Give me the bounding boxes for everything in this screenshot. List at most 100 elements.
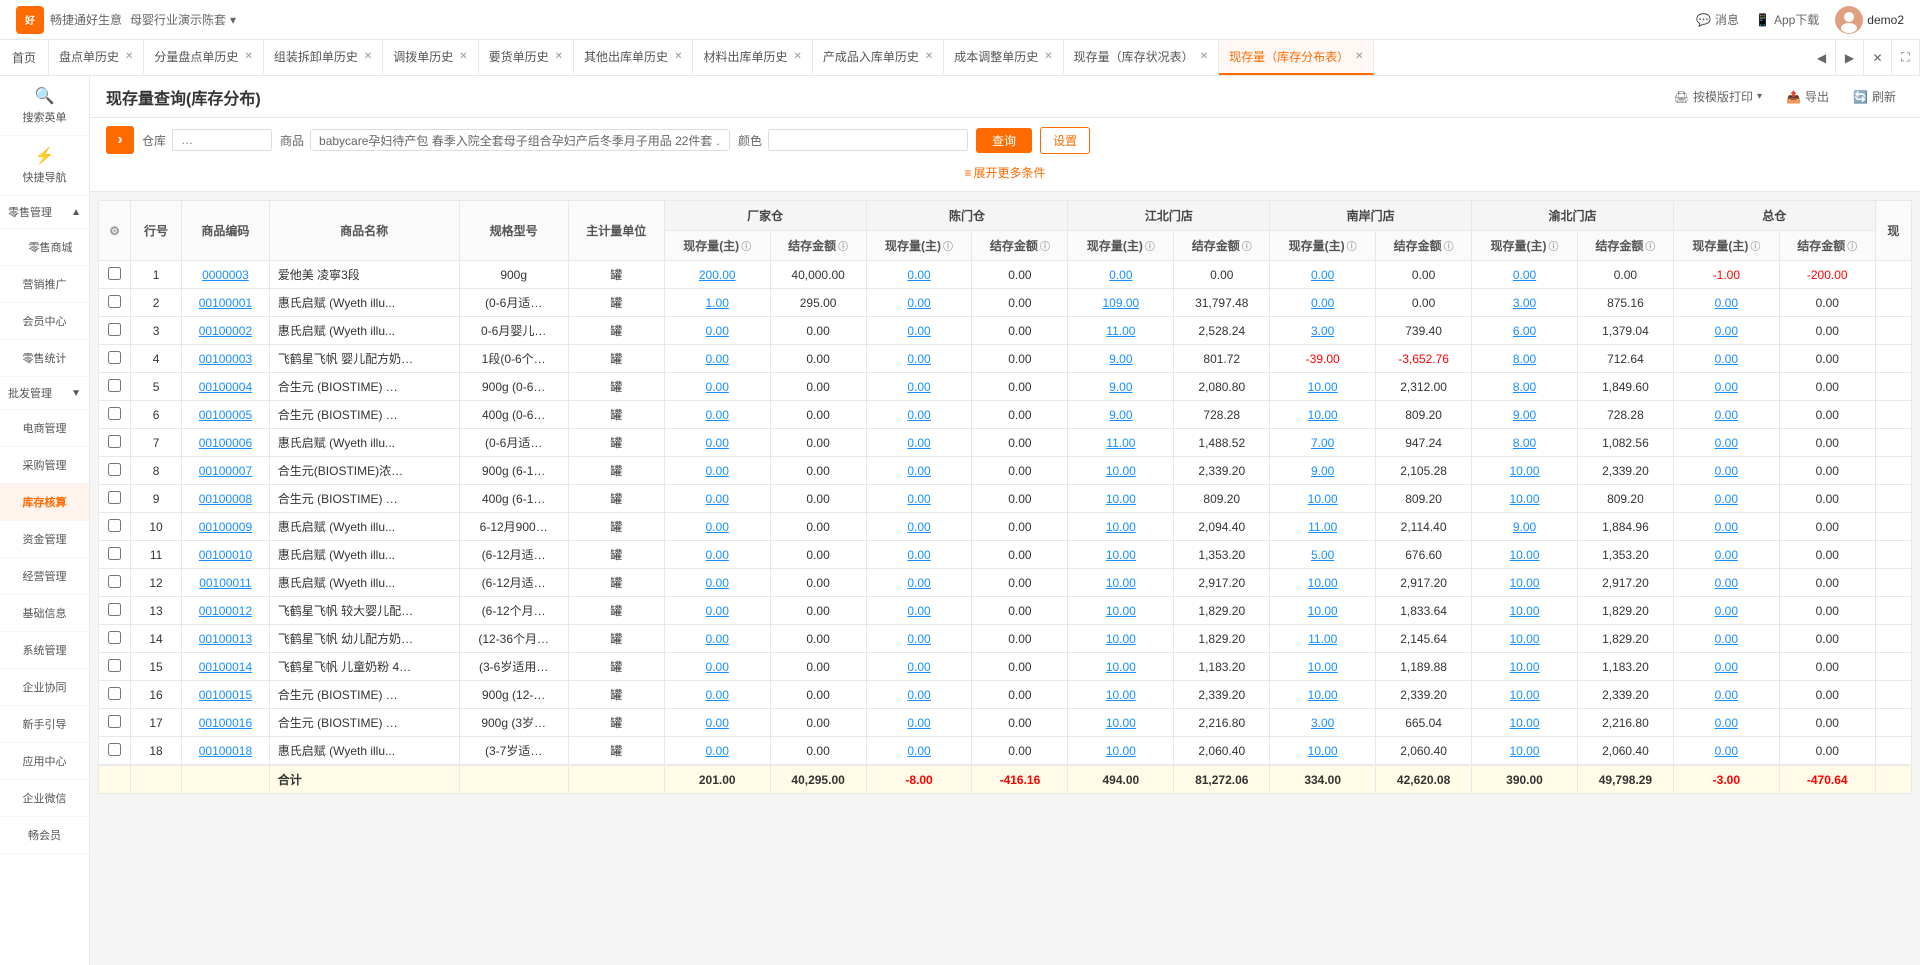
jiangbei-qty-link[interactable]: 11.00 xyxy=(1106,436,1135,450)
factory-qty-link[interactable]: 0.00 xyxy=(706,744,729,758)
search-btn[interactable]: 查询 xyxy=(976,128,1032,153)
total-qty-link[interactable]: 0.00 xyxy=(1715,352,1738,366)
goods-code-link[interactable]: 00100005 xyxy=(199,408,252,422)
total-qty-link[interactable]: 0.00 xyxy=(1715,688,1738,702)
info-icon-3[interactable]: ⓘ xyxy=(943,238,953,253)
chenmen-qty-link[interactable]: 0.00 xyxy=(907,464,930,478)
expand-more-link[interactable]: ≡ 展开更多条件 xyxy=(964,164,1045,181)
info-icon-9[interactable]: ⓘ xyxy=(1549,238,1559,253)
tab-close-product-in[interactable]: ✕ xyxy=(925,52,933,62)
chenmen-qty-link[interactable]: 0.00 xyxy=(907,520,930,534)
cell-checkbox[interactable] xyxy=(99,513,131,541)
yubei-qty-link[interactable]: 10.00 xyxy=(1509,464,1539,478)
jiangbei-qty-link[interactable]: 10.00 xyxy=(1106,576,1136,590)
chenmen-qty-link[interactable]: 0.00 xyxy=(907,548,930,562)
chenmen-qty-link[interactable]: 0.00 xyxy=(907,268,930,282)
cell-checkbox[interactable] xyxy=(99,569,131,597)
sidebar-item-retail-stats[interactable]: 零售统计 xyxy=(0,340,89,377)
th-settings[interactable]: ⚙ xyxy=(99,201,131,261)
tab-cost-adjust[interactable]: 成本调整单历史 ✕ xyxy=(944,40,1063,75)
jiangbei-qty-link[interactable]: 10.00 xyxy=(1106,464,1136,478)
goods-code-link[interactable]: 0000003 xyxy=(202,268,249,282)
jiangbei-qty-link[interactable]: 9.00 xyxy=(1109,380,1132,394)
factory-qty-link[interactable]: 0.00 xyxy=(706,408,729,422)
row-checkbox[interactable] xyxy=(108,379,121,392)
jiangbei-qty-link[interactable]: 109.00 xyxy=(1103,296,1140,310)
chenmen-qty-link[interactable]: 0.00 xyxy=(907,744,930,758)
yubei-qty-link[interactable]: 10.00 xyxy=(1509,604,1539,618)
sidebar-item-guide[interactable]: 新手引导 xyxy=(0,706,89,743)
row-checkbox[interactable] xyxy=(108,267,121,280)
tab-prev-btn[interactable]: ◀ xyxy=(1808,40,1836,75)
jiangbei-qty-link[interactable]: 0.00 xyxy=(1109,268,1132,282)
row-checkbox[interactable] xyxy=(108,687,121,700)
chenmen-qty-link[interactable]: 0.00 xyxy=(907,632,930,646)
cell-checkbox[interactable] xyxy=(99,653,131,681)
tab-transfer[interactable]: 调拨单历史 ✕ xyxy=(383,40,478,75)
nanan-qty-link[interactable]: 3.00 xyxy=(1311,324,1334,338)
chenmen-qty-link[interactable]: 0.00 xyxy=(907,688,930,702)
row-checkbox[interactable] xyxy=(108,435,121,448)
export-btn[interactable]: 📤 导出 xyxy=(1778,84,1837,109)
yubei-qty-link[interactable]: 10.00 xyxy=(1509,576,1539,590)
tab-close-branch[interactable]: ✕ xyxy=(244,52,252,62)
info-icon-5[interactable]: ⓘ xyxy=(1145,238,1155,253)
yubei-qty-link[interactable]: 10.00 xyxy=(1509,660,1539,674)
jiangbei-qty-link[interactable]: 10.00 xyxy=(1106,548,1136,562)
yubei-qty-link[interactable]: 8.00 xyxy=(1513,436,1536,450)
goods-code-link[interactable]: 00100012 xyxy=(199,604,252,618)
factory-qty-link[interactable]: 0.00 xyxy=(706,632,729,646)
cell-checkbox[interactable] xyxy=(99,457,131,485)
nanan-qty-link[interactable]: 10.00 xyxy=(1308,688,1338,702)
sidebar-item-finance[interactable]: 资金管理 xyxy=(0,521,89,558)
info-icon-8[interactable]: ⓘ xyxy=(1444,238,1454,253)
cell-checkbox[interactable] xyxy=(99,541,131,569)
tab-home[interactable]: 首页 xyxy=(0,40,49,75)
goods-code-link[interactable]: 00100011 xyxy=(199,576,252,590)
cell-checkbox[interactable] xyxy=(99,401,131,429)
sidebar-item-purchase[interactable]: 采购管理 xyxy=(0,447,89,484)
cell-checkbox[interactable] xyxy=(99,681,131,709)
info-icon[interactable]: ⓘ xyxy=(741,238,751,253)
info-icon-12[interactable]: ⓘ xyxy=(1847,238,1857,253)
factory-qty-link[interactable]: 0.00 xyxy=(706,576,729,590)
message-btn[interactable]: 💬 消息 xyxy=(1696,11,1739,28)
goods-code-link[interactable]: 00100004 xyxy=(199,380,252,394)
yubei-qty-link[interactable]: 10.00 xyxy=(1509,492,1539,506)
chenmen-qty-link[interactable]: 0.00 xyxy=(907,296,930,310)
tab-close-transfer[interactable]: ✕ xyxy=(459,52,467,62)
jiangbei-qty-link[interactable]: 11.00 xyxy=(1106,324,1135,338)
goods-input[interactable] xyxy=(310,129,730,151)
sidebar-item-wechat[interactable]: 企业微信 xyxy=(0,780,89,817)
goods-code-link[interactable]: 00100010 xyxy=(199,548,252,562)
factory-qty-link[interactable]: 200.00 xyxy=(699,268,736,282)
sidebar-item-operations[interactable]: 经营管理 xyxy=(0,558,89,595)
jiangbei-qty-link[interactable]: 9.00 xyxy=(1109,352,1132,366)
factory-qty-link[interactable]: 0.00 xyxy=(706,660,729,674)
row-checkbox[interactable] xyxy=(108,491,121,504)
goods-code-link[interactable]: 00100001 xyxy=(199,296,252,310)
tab-expand-btn[interactable]: ⛶ xyxy=(1892,40,1920,75)
total-qty-link[interactable]: 0.00 xyxy=(1715,548,1738,562)
cell-checkbox[interactable] xyxy=(99,429,131,457)
tab-close-material-out[interactable]: ✕ xyxy=(793,52,801,62)
total-qty-link[interactable]: -1.00 xyxy=(1713,268,1740,282)
company-dropdown[interactable]: 母婴行业演示陈套 ▾ xyxy=(130,11,236,28)
jiangbei-qty-link[interactable]: 10.00 xyxy=(1106,604,1136,618)
tab-close-all-btn[interactable]: ✕ xyxy=(1864,40,1892,75)
info-icon-7[interactable]: ⓘ xyxy=(1347,238,1357,253)
tab-close-cost-adjust[interactable]: ✕ xyxy=(1044,52,1052,62)
nanan-qty-link[interactable]: 10.00 xyxy=(1308,744,1338,758)
tab-branch-stocktake[interactable]: 分量盘点单历史 ✕ xyxy=(144,40,263,75)
total-qty-link[interactable]: 0.00 xyxy=(1715,576,1738,590)
cell-checkbox[interactable] xyxy=(99,289,131,317)
factory-qty-link[interactable]: 0.00 xyxy=(706,324,729,338)
info-icon-11[interactable]: ⓘ xyxy=(1750,238,1760,253)
factory-qty-link[interactable]: 0.00 xyxy=(706,492,729,506)
jiangbei-qty-link[interactable]: 10.00 xyxy=(1106,716,1136,730)
chenmen-qty-link[interactable]: 0.00 xyxy=(907,380,930,394)
row-checkbox[interactable] xyxy=(108,519,121,532)
factory-qty-link[interactable]: 0.00 xyxy=(706,464,729,478)
sidebar-item-inventory[interactable]: 库存核算 xyxy=(0,484,89,521)
nanan-qty-link[interactable]: -39.00 xyxy=(1306,352,1340,366)
